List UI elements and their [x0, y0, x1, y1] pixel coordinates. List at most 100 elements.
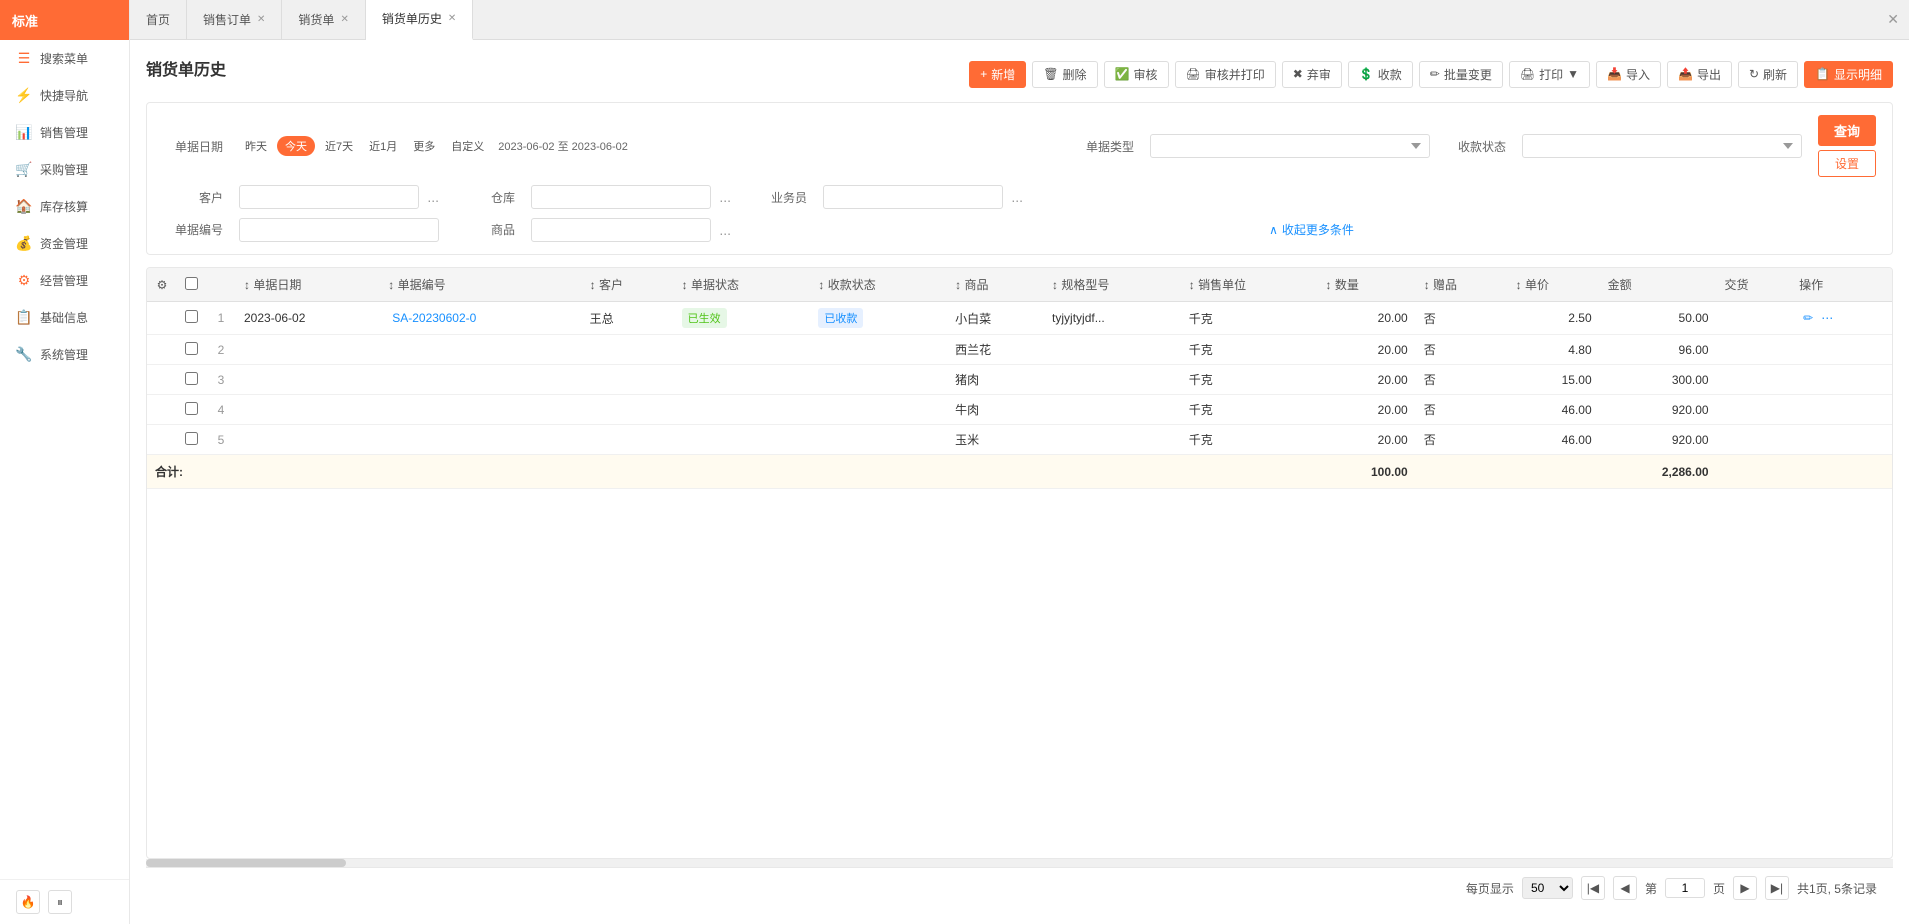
tab-bar-close-all[interactable]: ✕: [1887, 11, 1909, 28]
query-button[interactable]: 查询: [1818, 115, 1876, 146]
audit-icon: ✅: [1115, 67, 1130, 81]
col-qty[interactable]: ↕ 数量: [1317, 268, 1415, 302]
customer-dots[interactable]: ...: [427, 189, 439, 205]
horizontal-scrollbar[interactable]: [146, 859, 1893, 867]
warehouse-input[interactable]: [531, 185, 711, 209]
show-detail-button[interactable]: 📋 显示明细: [1804, 61, 1893, 88]
print-button[interactable]: 🖨 打印 ▼: [1509, 61, 1590, 88]
tab-sales-goods-close[interactable]: ✕: [340, 14, 348, 25]
checkbox-cell: [177, 365, 206, 395]
warehouse-label: 仓库: [455, 189, 515, 206]
edit-action[interactable]: ✏: [1799, 311, 1817, 325]
first-page-button[interactable]: |◀: [1581, 876, 1605, 900]
sidebar-item-finance-mgmt[interactable]: 💰 资金管理: [0, 225, 129, 262]
shortcut-more[interactable]: 更多: [407, 136, 441, 156]
audit-print-button[interactable]: 🖨 审核并打印: [1175, 61, 1276, 88]
payment-status-cell: [810, 335, 947, 365]
abandon-button[interactable]: ✖ 弃审: [1282, 61, 1342, 88]
col-spec[interactable]: ↕ 规格型号: [1044, 268, 1181, 302]
tab-home[interactable]: 首页: [130, 0, 187, 40]
shortcut-7days[interactable]: 近7天: [319, 136, 359, 156]
col-doc-date[interactable]: ↕ 单据日期: [236, 268, 380, 302]
setting-button[interactable]: 设置: [1818, 150, 1876, 177]
sidebar-item-operation-mgmt[interactable]: ⚙ 经营管理: [0, 262, 129, 299]
col-unit-price[interactable]: ↕ 单价: [1508, 268, 1600, 302]
col-unit[interactable]: ↕ 销售单位: [1181, 268, 1318, 302]
system-mgmt-icon: 🔧: [16, 347, 32, 363]
customer-input[interactable]: [239, 185, 419, 209]
col-goods[interactable]: ↕ 商品: [947, 268, 1044, 302]
goods-input[interactable]: [531, 218, 711, 242]
amount-cell: 920.00: [1600, 395, 1717, 425]
payment-status-select[interactable]: [1522, 134, 1802, 158]
quick-nav-icon: ⚡: [16, 88, 32, 104]
refresh-button[interactable]: ↻ 刷新: [1738, 61, 1798, 88]
export-button[interactable]: 📤 导出: [1667, 61, 1732, 88]
tab-sales-order[interactable]: 销售订单 ✕: [187, 0, 282, 40]
add-button[interactable]: + 新增: [969, 61, 1026, 88]
table-header-row: ⚙ ↕ 单据日期 ↕ 单据编号 ↕ 客户 ↕ 单据状态 ↕ 收款状态 ↕ 商品 …: [147, 268, 1892, 302]
sidebar-item-label: 搜索菜单: [40, 50, 88, 67]
row-checkbox[interactable]: [185, 372, 198, 385]
last-page-button[interactable]: ▶|: [1765, 876, 1789, 900]
doc-no-cell: SA-20230602-0: [380, 302, 581, 335]
customer-cell: [582, 425, 674, 455]
warehouse-dots[interactable]: ...: [719, 189, 731, 205]
summary-label: 合计:: [147, 455, 236, 489]
sidebar-item-quick-nav[interactable]: ⚡ 快捷导航: [0, 77, 129, 114]
sidebar-item-purchase-mgmt[interactable]: 🛒 采购管理: [0, 151, 129, 188]
sidebar-item-base-info[interactable]: 📋 基础信息: [0, 299, 129, 336]
gift-cell: 否: [1416, 302, 1508, 335]
amount-cell: 920.00: [1600, 425, 1717, 455]
shortcut-1month[interactable]: 近1月: [363, 136, 403, 156]
salesperson-input[interactable]: [823, 185, 1003, 209]
col-doc-no[interactable]: ↕ 单据编号: [380, 268, 581, 302]
col-settings[interactable]: ⚙: [147, 268, 177, 302]
goods-dots[interactable]: ...: [719, 222, 731, 238]
sidebar-item-system-mgmt[interactable]: 🔧 系统管理: [0, 336, 129, 373]
tab-sales-order-close[interactable]: ✕: [257, 14, 265, 25]
audit-button[interactable]: ✅ 审核: [1104, 61, 1169, 88]
delete-button[interactable]: 🗑 删除: [1032, 61, 1097, 88]
next-page-button[interactable]: ▶: [1733, 876, 1757, 900]
row-checkbox[interactable]: [185, 402, 198, 415]
salesperson-dots[interactable]: ...: [1011, 189, 1023, 205]
page-number-input[interactable]: [1665, 878, 1705, 898]
import-button[interactable]: 📥 导入: [1596, 61, 1661, 88]
sidebar-item-inventory-calc[interactable]: 🏠 库存核算: [0, 188, 129, 225]
doc-type-select[interactable]: [1150, 134, 1430, 158]
col-payment-status[interactable]: ↕ 收款状态: [810, 268, 947, 302]
actions-cell: [1791, 395, 1892, 425]
page-size-select[interactable]: 50 100 200: [1522, 877, 1573, 899]
col-doc-status[interactable]: ↕ 单据状态: [674, 268, 811, 302]
sidebar-fire-btn[interactable]: 🔥: [16, 890, 40, 914]
tab-sales-goods[interactable]: 销货单 ✕: [282, 0, 365, 40]
unit-cell: 千克: [1181, 335, 1318, 365]
more-action[interactable]: ⋯: [1817, 311, 1837, 325]
scrollbar-thumb[interactable]: [146, 859, 346, 867]
qty-cell: 20.00: [1317, 335, 1415, 365]
checkbox-cell: [177, 425, 206, 455]
select-all-checkbox[interactable]: [185, 277, 198, 290]
row-checkbox[interactable]: [185, 432, 198, 445]
batch-change-button[interactable]: ✏ 批量变更: [1419, 61, 1503, 88]
sidebar-item-search-menu[interactable]: ☰ 搜索菜单: [0, 40, 129, 77]
prev-page-button[interactable]: ◀: [1613, 876, 1637, 900]
col-customer[interactable]: ↕ 客户: [582, 268, 674, 302]
shortcut-today[interactable]: 今天: [277, 136, 315, 156]
col-gift[interactable]: ↕ 赠品: [1416, 268, 1508, 302]
collect-button[interactable]: 💲 收款: [1348, 61, 1413, 88]
actions-cell: [1791, 365, 1892, 395]
sidebar-item-sales-mgmt[interactable]: 📊 销售管理: [0, 114, 129, 151]
row-checkbox[interactable]: [185, 342, 198, 355]
tab-sales-goods-history-close[interactable]: ✕: [448, 13, 456, 24]
doc-no-input[interactable]: [239, 218, 439, 242]
shortcut-yesterday[interactable]: 昨天: [239, 136, 273, 156]
doc-no-link[interactable]: SA-20230602-0: [388, 311, 480, 325]
collapse-button[interactable]: ∧ 收起更多条件: [1265, 217, 1358, 242]
sidebar-pause-btn[interactable]: ⏸: [48, 890, 72, 914]
main-table: ⚙ ↕ 单据日期 ↕ 单据编号 ↕ 客户 ↕ 单据状态 ↕ 收款状态 ↕ 商品 …: [147, 268, 1892, 489]
shortcut-custom[interactable]: 自定义: [445, 136, 490, 156]
row-checkbox[interactable]: [185, 310, 198, 323]
tab-sales-goods-history[interactable]: 销货单历史 ✕: [366, 0, 473, 40]
